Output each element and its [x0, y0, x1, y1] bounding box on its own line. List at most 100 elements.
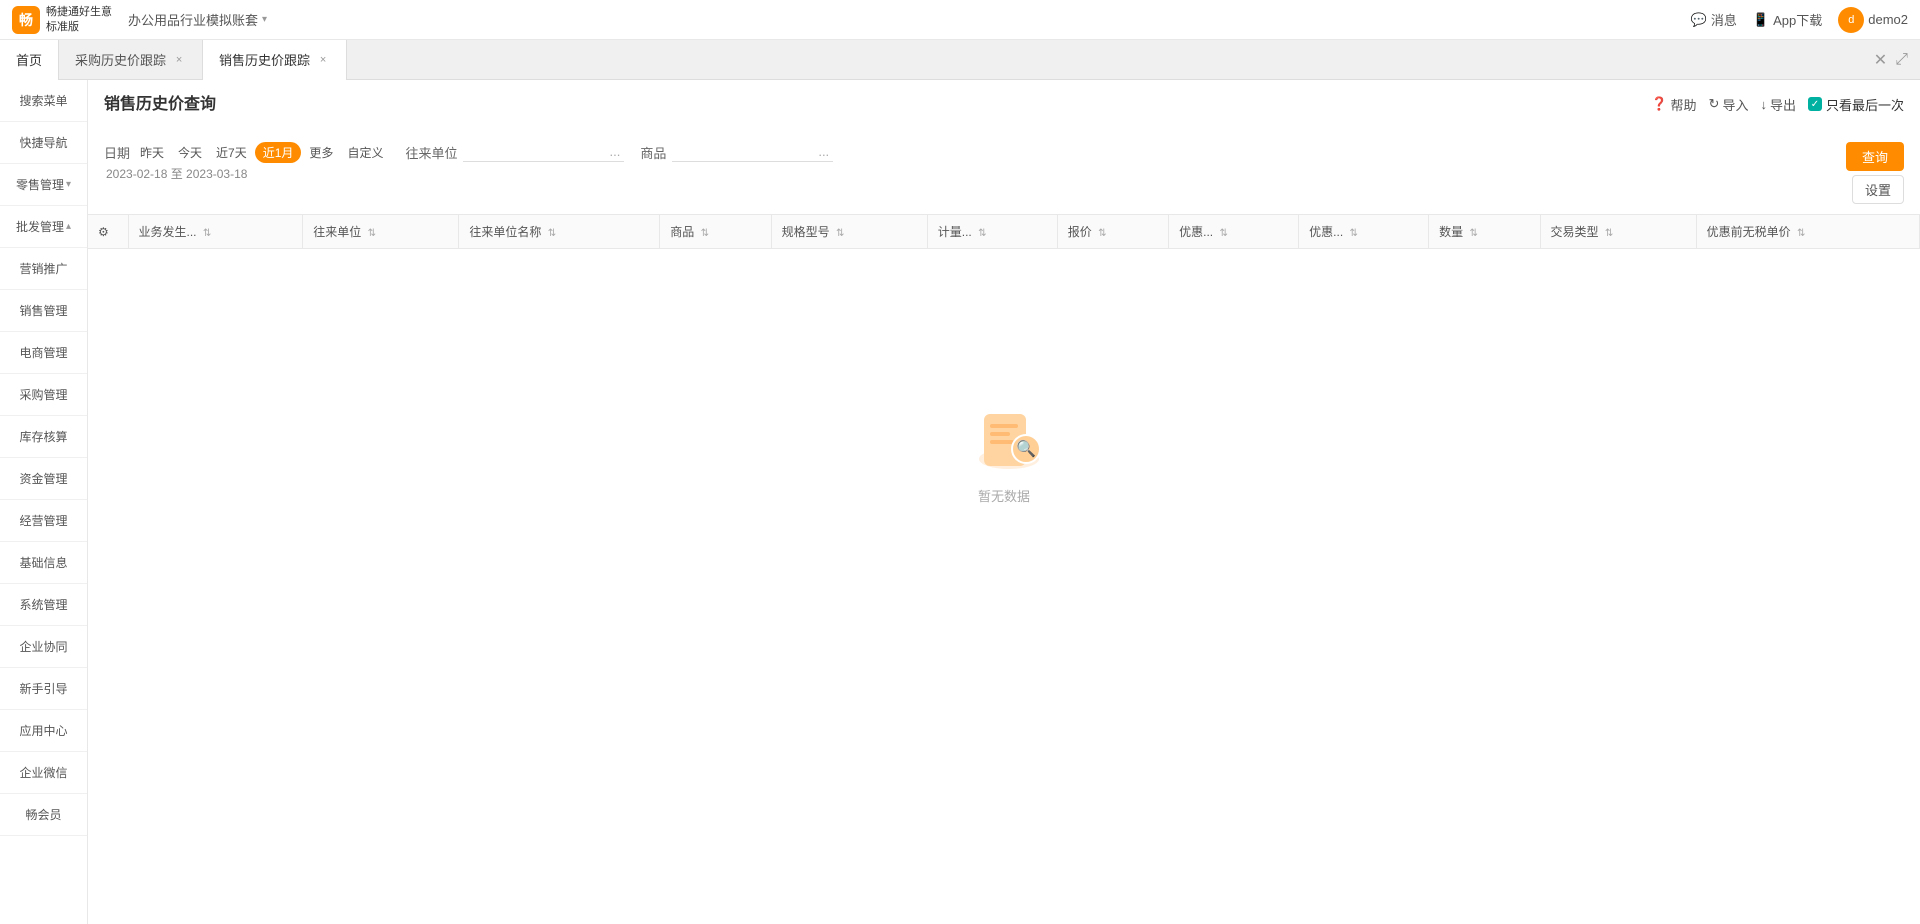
tab-sales-history[interactable]: 销售历史价跟踪 × [203, 40, 347, 80]
message-btn[interactable]: 💬 消息 [1691, 10, 1737, 29]
sidebar-item-operations[interactable]: 经营管理 [0, 500, 87, 542]
filter-bar: 日期 昨天 今天 近7天 近1月 更多 自定义 2023-02-18 至 202… [88, 134, 1920, 215]
sort-arrows-discount2: ⇅ [1350, 228, 1358, 239]
import-icon: ↻ [1709, 96, 1720, 112]
date-btn-more[interactable]: 更多 [303, 142, 339, 163]
sidebar-item-enterprise-wechat[interactable]: 企业微信 [0, 752, 87, 794]
supplier-dots[interactable]: ... [609, 144, 620, 159]
col-spec[interactable]: 规格型号 ⇅ [771, 215, 927, 249]
table-header: ⚙ 业务发生... ⇅ 往来单位 ⇅ 往来单位名称 ⇅ [88, 215, 1920, 249]
table-header-row: ⚙ 业务发生... ⇅ 往来单位 ⇅ 往来单位名称 ⇅ [88, 215, 1920, 249]
filter-btns: 查询 设置 [1846, 142, 1904, 204]
logo-icon: 畅 [12, 6, 40, 34]
sidebar-item-wholesale-mgmt[interactable]: 批发管理 ▴ [0, 206, 87, 248]
checkbox-teal: ✓ [1808, 97, 1822, 111]
col-partner-name[interactable]: 往来单位名称 ⇅ [459, 215, 660, 249]
svg-text:🔍: 🔍 [1016, 438, 1036, 458]
tab-bar: 首页 采购历史价跟踪 × 销售历史价跟踪 × ✕ ⤢ [0, 40, 1920, 80]
product-input[interactable] [676, 144, 816, 159]
top-bar-right: 💬 消息 📱 App下载 d demo2 [1691, 7, 1908, 33]
page-title: 销售历史价查询 [104, 90, 216, 114]
top-bar: 畅 畅捷通好生意 标准版 办公用品行业模拟账套 ▾ 💬 消息 📱 App下载 d… [0, 0, 1920, 40]
main-layout: 搜索菜单 快捷导航 零售管理 ▾ 批发管理 ▴ 营销推广 销售管理 电商管理 采… [0, 80, 1920, 924]
avatar: d [1838, 7, 1864, 33]
col-unit[interactable]: 计量... ⇅ [927, 215, 1057, 249]
chevron-down-icon: ▾ [66, 179, 71, 190]
settings-button[interactable]: 设置 [1852, 175, 1904, 204]
maximize-icon[interactable]: ⤢ [1895, 51, 1908, 69]
sidebar-item-finance[interactable]: 资金管理 [0, 458, 87, 500]
gear-icon[interactable]: ⚙ [98, 225, 109, 239]
col-qty[interactable]: 数量 ⇅ [1429, 215, 1540, 249]
col-discount2[interactable]: 优惠... ⇅ [1299, 215, 1429, 249]
sidebar-item-marketing[interactable]: 营销推广 [0, 248, 87, 290]
sort-arrows-partner-code: ⇅ [368, 228, 376, 239]
import-btn[interactable]: ↻ 导入 [1709, 95, 1749, 114]
sidebar-item-basic-info[interactable]: 基础信息 [0, 542, 87, 584]
supplier-filter-section: 往来单位 ... [405, 142, 624, 162]
supplier-input[interactable] [467, 144, 607, 159]
col-trade-type[interactable]: 交易类型 ⇅ [1540, 215, 1696, 249]
sidebar-item-quick-nav[interactable]: 快捷导航 [0, 122, 87, 164]
col-price[interactable]: 报价 ⇅ [1057, 215, 1168, 249]
col-pretax-price[interactable]: 优惠前无税单价 ⇅ [1696, 215, 1919, 249]
data-table: ⚙ 业务发生... ⇅ 往来单位 ⇅ 往来单位名称 ⇅ [88, 215, 1920, 249]
content-area: 销售历史价查询 ❓ 帮助 ↻ 导入 ↓ 导出 ✓ [88, 80, 1920, 924]
product-dots[interactable]: ... [818, 144, 829, 159]
export-btn[interactable]: ↓ 导出 [1760, 95, 1796, 114]
query-button[interactable]: 查询 [1846, 142, 1904, 171]
date-btn-1month[interactable]: 近1月 [255, 142, 302, 163]
sidebar-item-retail-mgmt[interactable]: 零售管理 ▾ [0, 164, 87, 206]
tab-purchase-history[interactable]: 采购历史价跟踪 × [59, 40, 203, 80]
sort-arrows-biz-date: ⇅ [203, 228, 211, 239]
close-purchase-tab-icon[interactable]: × [172, 53, 186, 67]
page-actions: ❓ 帮助 ↻ 导入 ↓ 导出 ✓ 只看最后一次 [1651, 95, 1904, 114]
user-btn[interactable]: d demo2 [1838, 7, 1908, 33]
close-sales-tab-icon[interactable]: × [316, 53, 330, 67]
tab-bar-actions: ✕ ⤢ [1874, 50, 1920, 70]
product-filter-section: 商品 ... [640, 142, 833, 162]
date-btn-7days[interactable]: 近7天 [210, 142, 253, 163]
sidebar-item-new-guide[interactable]: 新手引导 [0, 668, 87, 710]
empty-icon: 🔍 [964, 394, 1044, 474]
sidebar-item-inventory[interactable]: 库存核算 [0, 416, 87, 458]
help-btn[interactable]: ❓ 帮助 [1651, 95, 1696, 114]
date-btn-custom[interactable]: 自定义 [341, 142, 389, 163]
page-header-container: 销售历史价查询 ❓ 帮助 ↻ 导入 ↓ 导出 ✓ [88, 80, 1920, 215]
sidebar-item-sales-mgmt[interactable]: 销售管理 [0, 290, 87, 332]
col-partner-code[interactable]: 往来单位 ⇅ [303, 215, 459, 249]
message-icon: 💬 [1691, 12, 1707, 28]
app-selector[interactable]: 办公用品行业模拟账套 ▾ [120, 6, 275, 33]
date-range-text: 2023-02-18 至 2023-03-18 [106, 165, 247, 182]
sort-arrows-partner-name: ⇅ [548, 228, 556, 239]
filter-row: 日期 昨天 今天 近7天 近1月 更多 自定义 2023-02-18 至 202… [104, 142, 1904, 204]
date-row1: 日期 昨天 今天 近7天 近1月 更多 自定义 [104, 142, 389, 163]
date-filter-section: 日期 昨天 今天 近7天 近1月 更多 自定义 2023-02-18 至 202… [104, 142, 389, 182]
sort-arrows-discount1: ⇅ [1220, 228, 1228, 239]
close-window-icon[interactable]: ✕ [1874, 50, 1887, 70]
col-product[interactable]: 商品 ⇅ [660, 215, 771, 249]
sidebar-item-enterprise-collab[interactable]: 企业协同 [0, 626, 87, 668]
sidebar-item-app-center[interactable]: 应用中心 [0, 710, 87, 752]
sort-arrows-unit: ⇅ [978, 228, 986, 239]
app-download-btn[interactable]: 📱 App下载 [1753, 10, 1822, 29]
logo-text: 畅捷通好生意 标准版 [46, 5, 112, 34]
tab-home[interactable]: 首页 [0, 40, 59, 80]
col-biz-date[interactable]: 业务发生... ⇅ [128, 215, 303, 249]
sidebar-item-purchase-mgmt[interactable]: 采购管理 [0, 374, 87, 416]
sidebar-item-search-menu[interactable]: 搜索菜单 [0, 80, 87, 122]
col-gear[interactable]: ⚙ [88, 215, 128, 249]
sort-arrows-trade-type: ⇅ [1605, 228, 1613, 239]
sidebar-item-system-mgmt[interactable]: 系统管理 [0, 584, 87, 626]
sidebar: 搜索菜单 快捷导航 零售管理 ▾ 批发管理 ▴ 营销推广 销售管理 电商管理 采… [0, 80, 88, 924]
export-icon: ↓ [1760, 97, 1767, 112]
sidebar-item-vip[interactable]: 畅会员 [0, 794, 87, 836]
date-btn-yesterday[interactable]: 昨天 [134, 142, 170, 163]
date-btn-today[interactable]: 今天 [172, 142, 208, 163]
sort-arrows-product: ⇅ [701, 228, 709, 239]
chevron-up-icon: ▴ [66, 221, 71, 232]
col-discount1[interactable]: 优惠... ⇅ [1169, 215, 1299, 249]
only-last-checkbox-label[interactable]: ✓ 只看最后一次 [1808, 95, 1904, 114]
empty-state: 🔍 暂无数据 [88, 249, 1920, 649]
sidebar-item-ecommerce[interactable]: 电商管理 [0, 332, 87, 374]
